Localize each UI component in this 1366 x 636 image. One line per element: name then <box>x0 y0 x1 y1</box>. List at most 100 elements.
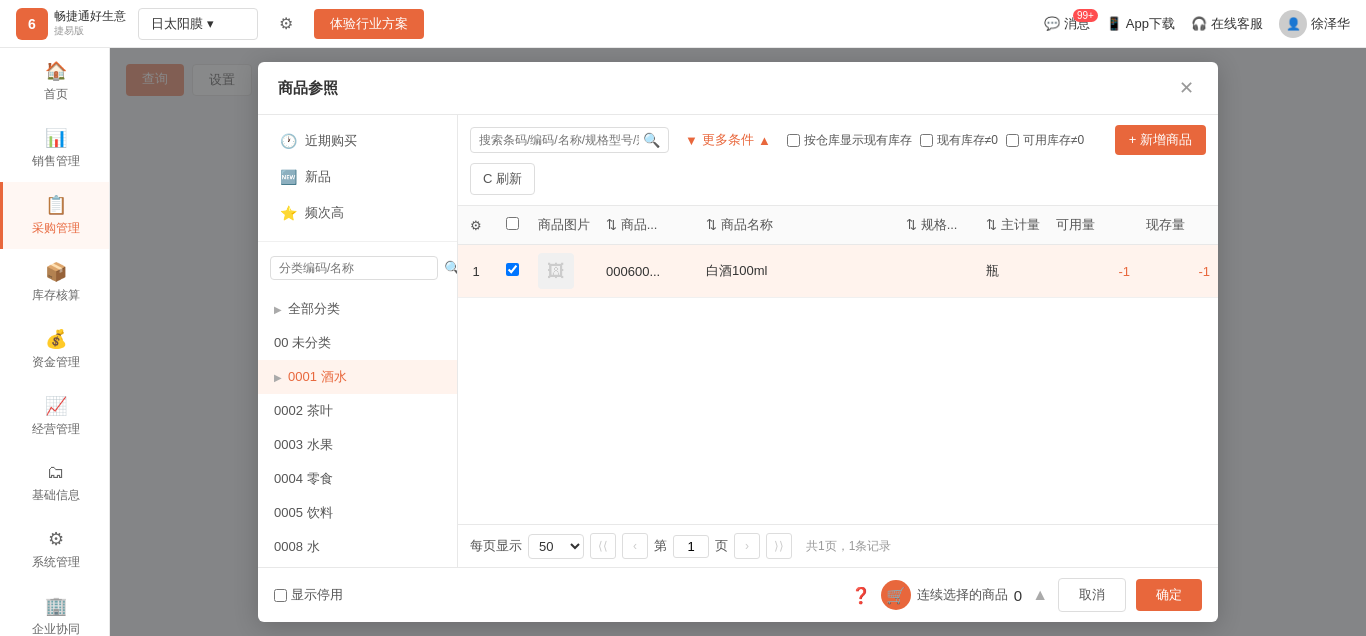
first-page-button[interactable]: ⟨⟨ <box>590 533 616 559</box>
modal-body: 🕐 近期购买 🆕 新品 ⭐ 频次高 <box>258 115 1218 567</box>
sidebar-item-purchase[interactable]: 📋 采购管理 <box>0 182 109 249</box>
table-col-img: 商品图片 <box>530 206 598 245</box>
category-item-snack[interactable]: 0004 零食 <box>258 462 457 496</box>
purchase-icon: 📋 <box>45 194 67 216</box>
left-tab-new[interactable]: 🆕 新品 <box>270 161 445 193</box>
settings-icon[interactable]: ⚙ <box>270 8 302 40</box>
stock-nonzero-checkbox[interactable] <box>920 134 933 147</box>
row-name: 白酒100ml <box>698 245 898 298</box>
system-icon: ⚙ <box>48 528 64 550</box>
pagination-row: 每页显示 50 100 200 ⟨⟨ ‹ 第 页 › <box>458 524 1218 567</box>
service-button[interactable]: 🎧 在线客服 <box>1191 15 1263 33</box>
prev-page-button[interactable]: ‹ <box>622 533 648 559</box>
store-dropdown[interactable]: 日太阳膜 ▾ <box>138 8 258 40</box>
last-page-button[interactable]: ⟩⟩ <box>766 533 792 559</box>
star-icon: ⭐ <box>280 205 297 221</box>
left-tab-frequent[interactable]: ⭐ 频次高 <box>270 197 445 229</box>
divider <box>258 241 457 242</box>
sidebar-item-sales[interactable]: 📊 销售管理 <box>0 115 109 182</box>
cancel-button[interactable]: 取消 <box>1058 578 1126 612</box>
sidebar: 🏠 首页 📊 销售管理 📋 采购管理 📦 库存核算 💰 资金管理 📈 经营管理 … <box>0 48 110 636</box>
table-col-unit[interactable]: ⇅ 主计量 <box>978 206 1048 245</box>
next-page-button[interactable]: › <box>734 533 760 559</box>
modal-header: 商品参照 ✕ <box>258 62 1218 115</box>
category-item-tea[interactable]: 0002 茶叶 <box>258 394 457 428</box>
help-icon[interactable]: ❓ <box>851 586 871 605</box>
stock-nonzero-label[interactable]: 现有库存≠0 <box>920 132 998 149</box>
category-item-fruit[interactable]: 0003 水果 <box>258 428 457 462</box>
category-search-row: 🔍 « <box>258 248 457 288</box>
app-download-button[interactable]: 📱 App下载 <box>1106 15 1175 33</box>
warehouse-filter-checkbox[interactable] <box>787 134 800 147</box>
row-select-checkbox[interactable] <box>506 263 519 276</box>
table-col-checkbox[interactable] <box>494 206 530 245</box>
page-unit: 页 <box>715 537 728 555</box>
search-icon[interactable]: 🔍 <box>643 132 660 148</box>
row-available: -1 <box>1048 245 1138 298</box>
home-icon: 🏠 <box>45 60 67 82</box>
table-col-settings[interactable]: ⚙ <box>458 206 494 245</box>
chevron-down-icon: ▾ <box>207 16 214 31</box>
product-reference-modal: 商品参照 ✕ 🕐 近期购买 🆕 <box>258 62 1218 622</box>
table-col-spec[interactable]: ⇅ 规格... <box>898 206 978 245</box>
per-page-select[interactable]: 50 100 200 <box>528 534 584 559</box>
recent-icon: 🕐 <box>280 133 297 149</box>
table-row[interactable]: 1 🖼 000600... 白酒100ml <box>458 245 1218 298</box>
sidebar-item-finance[interactable]: 💰 资金管理 <box>0 316 109 383</box>
headset-icon: 🎧 <box>1191 16 1207 31</box>
row-unit: 瓶 <box>978 245 1048 298</box>
table-col-name[interactable]: ⇅ 商品名称 <box>698 206 898 245</box>
confirm-button[interactable]: 确定 <box>1136 579 1202 611</box>
available-nonzero-label[interactable]: 可用库存≠0 <box>1006 132 1084 149</box>
sidebar-item-inventory[interactable]: 📦 库存核算 <box>0 249 109 316</box>
user-button[interactable]: 👤 徐泽华 <box>1279 10 1350 38</box>
left-tabs: 🕐 近期购买 🆕 新品 ⭐ 频次高 <box>258 115 457 235</box>
show-disabled-checkbox[interactable] <box>274 589 287 602</box>
sidebar-item-operations[interactable]: 📈 经营管理 <box>0 383 109 450</box>
cart-icon[interactable]: 🛒 <box>881 580 911 610</box>
ops-icon: 📈 <box>45 395 67 417</box>
layout: 🏠 首页 📊 销售管理 📋 采购管理 📦 库存核算 💰 资金管理 📈 经营管理 … <box>0 48 1366 636</box>
sort-icon-4: ⇅ <box>986 217 997 232</box>
sales-icon: 📊 <box>45 127 67 149</box>
info-icon: 🗂 <box>47 462 65 483</box>
category-item-water[interactable]: 0008 水 <box>258 530 457 564</box>
modal-close-button[interactable]: ✕ <box>1174 76 1198 100</box>
product-search-bar[interactable]: 🔍 <box>470 127 669 153</box>
category-item-uncategorized[interactable]: 00 未分类 <box>258 326 457 360</box>
left-tab-recent[interactable]: 🕐 近期购买 <box>270 125 445 157</box>
category-search-icon[interactable]: 🔍 <box>444 260 458 276</box>
show-disabled-label[interactable]: 显示停用 <box>274 586 343 604</box>
product-table: ⚙ 商品图片 ⇅ <box>458 206 1218 298</box>
collapse-cart-icon[interactable]: ▲ <box>1032 586 1048 604</box>
category-item-liquor[interactable]: ▶ 0001 酒水 <box>258 360 457 394</box>
sidebar-item-enterprise[interactable]: 🏢 企业协同 <box>0 583 109 636</box>
table-col-code[interactable]: ⇅ 商品... <box>598 206 698 245</box>
modal-overlay: 商品参照 ✕ 🕐 近期购买 🆕 <box>110 48 1366 636</box>
category-item-all[interactable]: ▶ 全部分类 <box>258 292 457 326</box>
logo-sub: 捷易版 <box>54 24 126 38</box>
add-product-button[interactable]: + 新增商品 <box>1115 125 1206 155</box>
product-table-container: ⚙ 商品图片 ⇅ <box>458 206 1218 524</box>
select-all-checkbox[interactable] <box>506 217 519 230</box>
sidebar-item-basic-info[interactable]: 🗂 基础信息 <box>0 450 109 516</box>
category-search-input[interactable] <box>270 256 438 280</box>
page-number-input[interactable] <box>673 535 709 558</box>
page-total: 共1页，1条记录 <box>806 538 891 555</box>
available-nonzero-checkbox[interactable] <box>1006 134 1019 147</box>
filter-button[interactable]: ▼ 更多条件 ▲ <box>677 127 779 153</box>
sidebar-item-home[interactable]: 🏠 首页 <box>0 48 109 115</box>
row-spec <box>898 245 978 298</box>
sidebar-item-system[interactable]: ⚙ 系统管理 <box>0 516 109 583</box>
warehouse-filter-label[interactable]: 按仓库显示现有库存 <box>787 132 912 149</box>
table-col-stock: 现存量 <box>1138 206 1218 245</box>
new-icon: 🆕 <box>280 169 297 185</box>
category-item-drink[interactable]: 0005 饮料 <box>258 496 457 530</box>
message-button[interactable]: 💬 消息 99+ <box>1044 15 1090 33</box>
row-checkbox[interactable] <box>494 245 530 298</box>
refresh-button[interactable]: C 刷新 <box>470 163 535 195</box>
product-search-input[interactable] <box>479 133 639 147</box>
trial-button[interactable]: 体验行业方案 <box>314 9 424 39</box>
per-page-label: 每页显示 <box>470 537 522 555</box>
right-panel: 🔍 ▼ 更多条件 ▲ 按仓库显示现有库存 <box>458 115 1218 567</box>
